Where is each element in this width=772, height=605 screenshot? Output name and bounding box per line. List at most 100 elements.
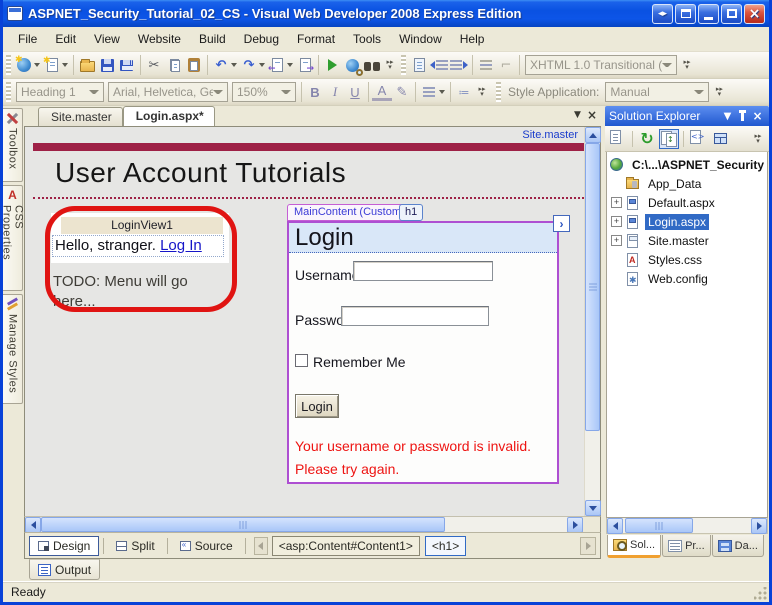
toolbar-overflow-chevron[interactable]: ▸▸ ▾ [713,86,725,98]
tree-row-default-aspx[interactable]: + Default.aspx [609,193,767,212]
document-outline-icon[interactable] [410,56,428,74]
navigate-back-icon[interactable]: ← [268,56,286,74]
design-view-tab[interactable]: Design [29,535,100,556]
style-application-dropdown[interactable]: Manual [605,82,710,102]
paste-icon[interactable] [185,56,203,74]
dock-arrows-button[interactable]: ◂▸ [652,3,673,24]
split-view-tab[interactable]: Split [108,536,162,556]
underline-button[interactable]: U [345,82,365,102]
highlight-button[interactable]: ✎ [392,82,412,102]
password-input[interactable] [341,306,489,326]
scroll-up-button[interactable] [585,127,601,143]
tree-row-root[interactable]: C:\...\ASPNET_Security [609,155,767,174]
menu-tools[interactable]: Tools [344,29,390,49]
new-website-dropdown[interactable] [34,63,40,67]
nest-related-files-icon[interactable]: ↕ [659,128,679,149]
add-item-dropdown[interactable] [62,63,68,67]
design-surface[interactable]: Site.master User Account Tutorials Login… [25,127,584,516]
tree-row-appdata[interactable]: App_Data [609,174,767,193]
expand-toggle[interactable]: + [611,235,622,246]
tab-site-master[interactable]: Site.master [38,107,123,126]
expand-toggle[interactable]: + [611,216,622,227]
cut-icon[interactable]: ✂ [145,56,163,74]
tree-root-label[interactable]: C:\...\ASPNET_Security [629,157,767,173]
master-page-link[interactable]: Site.master [522,129,578,141]
menu-help[interactable]: Help [451,29,494,49]
tree-row-styles-css[interactable]: Styles.css [609,250,767,269]
undo-icon[interactable]: ↶ [212,56,230,74]
schema-validation-dropdown[interactable]: XHTML 1.0 Transitional ( [525,55,677,75]
scroll-right-button[interactable] [567,517,583,533]
tab-properties[interactable]: Pr... [662,535,711,557]
tab-login-aspx[interactable]: Login.aspx* [122,106,215,126]
alignment-icon[interactable] [420,83,438,101]
breadcrumb-h1-tag[interactable]: <h1> [424,535,467,556]
tab-solution-explorer[interactable]: Sol... [607,535,662,558]
list-format-icon[interactable] [477,56,495,74]
close-document-icon[interactable]: × [587,108,597,122]
menu-edit[interactable]: Edit [46,29,85,49]
block-format-dropdown[interactable]: Heading 1 [16,82,104,102]
toolbar-overflow-chevron[interactable]: ▸▸ ▾ [476,86,488,98]
solution-explorer-horizontal-scrollbar[interactable] [606,518,768,534]
tree-item-label[interactable]: Site.master [645,233,712,249]
bullet-list-icon[interactable]: ≔ [455,83,473,101]
tree-row-web-config[interactable]: Web.config [609,269,767,288]
scroll-left-button[interactable] [607,518,623,534]
minimize-button[interactable] [698,3,719,24]
save-all-icon[interactable] [118,56,136,74]
designer-horizontal-scrollbar[interactable] [24,516,601,533]
source-view-tab[interactable]: Source [172,536,241,556]
sidebar-tab-manage-styles[interactable]: Manage Styles [3,294,23,404]
font-size-dropdown[interactable]: 150% [232,82,296,102]
scroll-left-button[interactable] [25,517,41,533]
output-tab[interactable]: Output [29,559,101,580]
toolbar-overflow-chevron[interactable]: ▸▸ ▾ [752,132,764,144]
scroll-down-button[interactable] [585,500,601,516]
toolbar-overflow-chevron[interactable]: ▸▸ ▾ [384,59,396,71]
decrease-indent-icon[interactable] [430,56,448,74]
close-panel-icon[interactable]: × [750,109,765,124]
solution-explorer-titlebar[interactable]: Solution Explorer ▼ × [605,106,769,126]
save-icon[interactable] [98,56,116,74]
tree-item-label[interactable]: Web.config [645,271,711,287]
new-website-icon[interactable]: ✱ [15,55,33,74]
tree-item-label[interactable]: App_Data [645,176,704,192]
maximize-button[interactable] [721,3,742,24]
main-content-region[interactable]: Login Username: Password: Remember Me Lo… [287,221,559,484]
auto-hide-pin-icon[interactable] [735,109,750,124]
menu-website[interactable]: Website [129,29,190,49]
designer-vertical-scrollbar[interactable] [584,127,601,516]
toolbar-grip[interactable] [401,55,406,75]
tag-navigator-forward-button[interactable] [580,536,596,555]
tree-item-label[interactable]: Styles.css [645,252,705,268]
tree-row-site-master[interactable]: + Site.master [609,231,767,250]
tag-navigator-back-button[interactable] [253,536,268,555]
bold-button[interactable]: B [305,82,325,102]
italic-button[interactable]: I [325,82,345,102]
remember-me-checkbox[interactable] [295,354,308,367]
expand-toggle[interactable]: + [611,197,622,208]
redo-dropdown[interactable] [259,63,265,67]
copy-icon[interactable] [165,56,183,74]
navigate-back-dropdown[interactable] [287,63,293,67]
menu-build[interactable]: Build [190,29,235,49]
scroll-thumb[interactable] [625,518,693,533]
scroll-thumb[interactable] [585,143,600,431]
alignment-dropdown[interactable] [439,90,445,94]
h1-region-tab[interactable]: h1 [399,204,424,221]
tree-item-label[interactable]: Default.aspx [645,195,718,211]
scroll-thumb[interactable] [41,517,445,532]
hyperlink-remove-icon[interactable]: ⌐ [497,56,515,74]
view-in-browser-icon[interactable] [343,56,363,76]
toolbar-grip[interactable] [6,82,11,102]
sidebar-tab-toolbox[interactable]: Toolbox [3,108,23,182]
menu-view[interactable]: View [85,29,129,49]
open-folder-icon[interactable] [78,56,96,74]
window-position-dropdown-icon[interactable]: ▼ [720,109,735,124]
add-item-icon[interactable]: ✱ [43,56,61,74]
sidebar-tab-css-properties[interactable]: A CSS Properties [3,185,25,291]
breadcrumb-content-tag[interactable]: <asp:Content#Content1> [271,535,420,556]
username-input[interactable] [353,261,493,281]
content-region-tab[interactable]: MainContent (Custom) [287,204,412,221]
